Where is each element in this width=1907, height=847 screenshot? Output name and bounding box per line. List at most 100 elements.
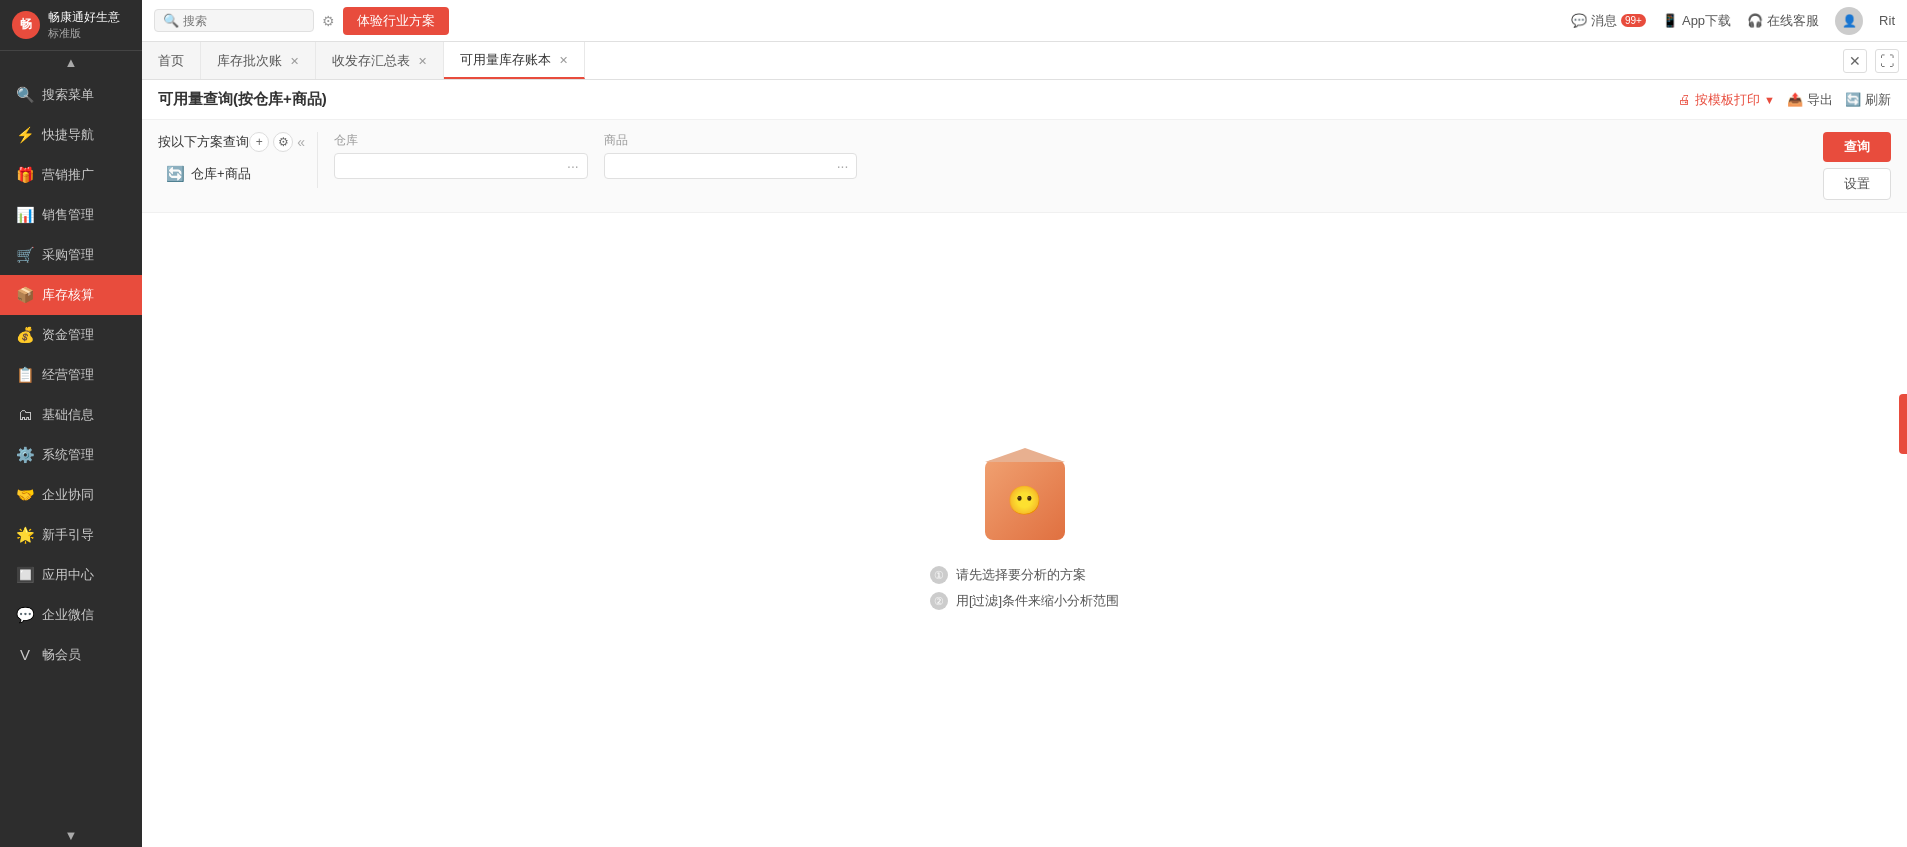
- settings-scheme-button[interactable]: ⚙: [273, 132, 293, 152]
- header-search-input[interactable]: [183, 14, 303, 28]
- tab-close-available-ledger[interactable]: ✕: [559, 54, 568, 67]
- handshake-icon: 🤝: [16, 486, 34, 504]
- sidebar-item-operation[interactable]: 📋 经营管理: [0, 355, 142, 395]
- filter-scheme-title: 按以下方案查询: [158, 133, 249, 151]
- product-more-icon[interactable]: ···: [837, 158, 849, 174]
- refresh-icon: 🔄: [1845, 92, 1861, 107]
- filter-scheme-header: 按以下方案查询 + ⚙ «: [158, 132, 305, 152]
- sidebar-header: 畅 畅康通好生意 标准版: [0, 0, 142, 51]
- star-icon: 🌟: [16, 526, 34, 544]
- scheme-item-warehouse-product[interactable]: 🔄 仓库+商品: [158, 160, 305, 188]
- sidebar-scroll-up[interactable]: ▲: [0, 51, 142, 75]
- page-title-actions: 🖨 按模板打印 ▼ 📤 导出 🔄 刷新: [1678, 91, 1891, 109]
- tab-receive-summary[interactable]: 收发存汇总表 ✕: [316, 42, 444, 79]
- online-service-button[interactable]: 🎧 在线客服: [1747, 12, 1819, 30]
- sidebar-item-search[interactable]: 🔍 搜索菜单: [0, 75, 142, 115]
- message-badge: 99+: [1621, 14, 1646, 27]
- product-input[interactable]: [613, 159, 833, 174]
- tabs-actions: ✕ ⛶: [1843, 49, 1899, 73]
- refresh-button[interactable]: 🔄 刷新: [1845, 91, 1891, 109]
- sidebar-logo: 畅: [12, 11, 40, 39]
- shortcut-icon: ⚡: [16, 126, 34, 144]
- product-input-box[interactable]: ···: [604, 153, 858, 179]
- sidebar-nav: 🔍 搜索菜单 ⚡ 快捷导航 🎁 营销推广 📊 销售管理 🛒 采购管理 📦 库存核…: [0, 75, 142, 823]
- tab-close-all-button[interactable]: ✕: [1843, 49, 1867, 73]
- tab-close-batch-account[interactable]: ✕: [290, 55, 299, 68]
- export-icon: 📤: [1787, 92, 1803, 107]
- tab-available-ledger[interactable]: 可用量库存账本 ✕: [444, 42, 585, 79]
- filter-fields: 仓库 ··· 商品 ···: [318, 132, 1815, 179]
- filter-area: 按以下方案查询 + ⚙ « 🔄 仓库+商品 仓库: [142, 120, 1907, 213]
- hint-number-2: ②: [930, 592, 948, 610]
- tab-home[interactable]: 首页: [142, 42, 201, 79]
- search-icon: 🔍: [163, 13, 179, 28]
- scheme-icon: 🔄: [166, 165, 185, 183]
- sidebar: 畅 畅康通好生意 标准版 ▲ 🔍 搜索菜单 ⚡ 快捷导航 🎁 营销推广 📊 销售…: [0, 0, 142, 847]
- warehouse-more-icon[interactable]: ···: [567, 158, 579, 174]
- trial-button[interactable]: 体验行业方案: [343, 7, 449, 35]
- sidebar-item-inventory[interactable]: 📦 库存核算: [0, 275, 142, 315]
- empty-box-icon: 😶: [985, 460, 1065, 540]
- header-search-box[interactable]: 🔍: [154, 9, 314, 32]
- filter-settings-button[interactable]: 设置: [1823, 168, 1891, 200]
- message-icon: 💬: [1571, 13, 1587, 28]
- username-label[interactable]: Rit: [1879, 13, 1895, 28]
- warehouse-input-box[interactable]: ···: [334, 153, 588, 179]
- warehouse-input[interactable]: [343, 159, 563, 174]
- product-field-label: 商品: [604, 132, 858, 149]
- filter-actions: 查询 设置: [1815, 132, 1891, 200]
- sidebar-item-sales[interactable]: 📊 销售管理: [0, 195, 142, 235]
- sidebar-item-finance[interactable]: 💰 资金管理: [0, 315, 142, 355]
- empty-state: 😶 ① 请先选择要分析的方案 ② 用[过滤]条件来缩小分析范围: [142, 213, 1907, 847]
- sidebar-item-app[interactable]: 🔲 应用中心: [0, 555, 142, 595]
- page-title: 可用量查询(按仓库+商品): [158, 90, 327, 109]
- sidebar-item-shortcut[interactable]: ⚡ 快捷导航: [0, 115, 142, 155]
- box-icon: 📦: [16, 286, 34, 304]
- export-button[interactable]: 📤 导出: [1787, 91, 1833, 109]
- filter-field-warehouse: 仓库 ···: [334, 132, 588, 179]
- tab-fullscreen-button[interactable]: ⛶: [1875, 49, 1899, 73]
- vip-icon: V: [16, 646, 34, 663]
- sidebar-item-wechat[interactable]: 💬 企业微信: [0, 595, 142, 635]
- sidebar-scroll-down[interactable]: ▼: [0, 823, 142, 847]
- tab-close-receive-summary[interactable]: ✕: [418, 55, 427, 68]
- query-button[interactable]: 查询: [1823, 132, 1891, 162]
- sidebar-item-basic[interactable]: 🗂 基础信息: [0, 395, 142, 435]
- empty-hint-2: ② 用[过滤]条件来缩小分析范围: [930, 592, 1119, 610]
- header-gear-icon[interactable]: ⚙: [322, 13, 335, 29]
- hint-number-1: ①: [930, 566, 948, 584]
- money-icon: 💰: [16, 326, 34, 344]
- sidebar-item-cooperation[interactable]: 🤝 企业协同: [0, 475, 142, 515]
- sidebar-item-member[interactable]: V 畅会员: [0, 635, 142, 675]
- cart-icon: 🛒: [16, 246, 34, 264]
- sidebar-item-purchase[interactable]: 🛒 采购管理: [0, 235, 142, 275]
- page-title-bar: 可用量查询(按仓库+商品) 🖨 按模板打印 ▼ 📤 导出 🔄 刷新: [142, 80, 1907, 120]
- add-scheme-button[interactable]: +: [249, 132, 269, 152]
- sidebar-item-newbie[interactable]: 🌟 新手引导: [0, 515, 142, 555]
- collapse-scheme-button[interactable]: «: [297, 134, 305, 150]
- chevron-down-icon: ▼: [1764, 94, 1775, 106]
- empty-hints: ① 请先选择要分析的方案 ② 用[过滤]条件来缩小分析范围: [930, 566, 1119, 610]
- wechat-icon: 💬: [16, 606, 34, 624]
- right-scroll-hint: [1899, 394, 1907, 454]
- message-button[interactable]: 💬 消息 99+: [1571, 12, 1646, 30]
- printer-icon: 🖨: [1678, 92, 1691, 107]
- app-download-button[interactable]: 📱 App下载: [1662, 12, 1731, 30]
- filter-scheme-panel: 按以下方案查询 + ⚙ « 🔄 仓库+商品: [158, 132, 318, 188]
- header-right: 💬 消息 99+ 📱 App下载 🎧 在线客服 👤 Rit: [1571, 7, 1895, 35]
- tabs-bar: 首页 库存批次账 ✕ 收发存汇总表 ✕ 可用量库存账本 ✕ ✕ ⛶: [142, 42, 1907, 80]
- tab-batch-account[interactable]: 库存批次账 ✕: [201, 42, 316, 79]
- top-header: 🔍 ⚙ 体验行业方案 💬 消息 99+ 📱 App下载 🎧 在线客服 👤 Ri: [142, 0, 1907, 42]
- sidebar-item-system[interactable]: ⚙️ 系统管理: [0, 435, 142, 475]
- avatar[interactable]: 👤: [1835, 7, 1863, 35]
- headset-icon: 🎧: [1747, 13, 1763, 28]
- sidebar-brand: 畅康通好生意 标准版: [48, 10, 120, 40]
- mobile-icon: 📱: [1662, 13, 1678, 28]
- gear-icon: ⚙️: [16, 446, 34, 464]
- print-template-button[interactable]: 🖨 按模板打印 ▼: [1678, 91, 1775, 109]
- gift-icon: 🎁: [16, 166, 34, 184]
- sidebar-item-marketing[interactable]: 🎁 营销推广: [0, 155, 142, 195]
- empty-illustration: 😶: [975, 450, 1075, 550]
- search-icon: 🔍: [16, 86, 34, 104]
- grid-icon: 🔲: [16, 566, 34, 584]
